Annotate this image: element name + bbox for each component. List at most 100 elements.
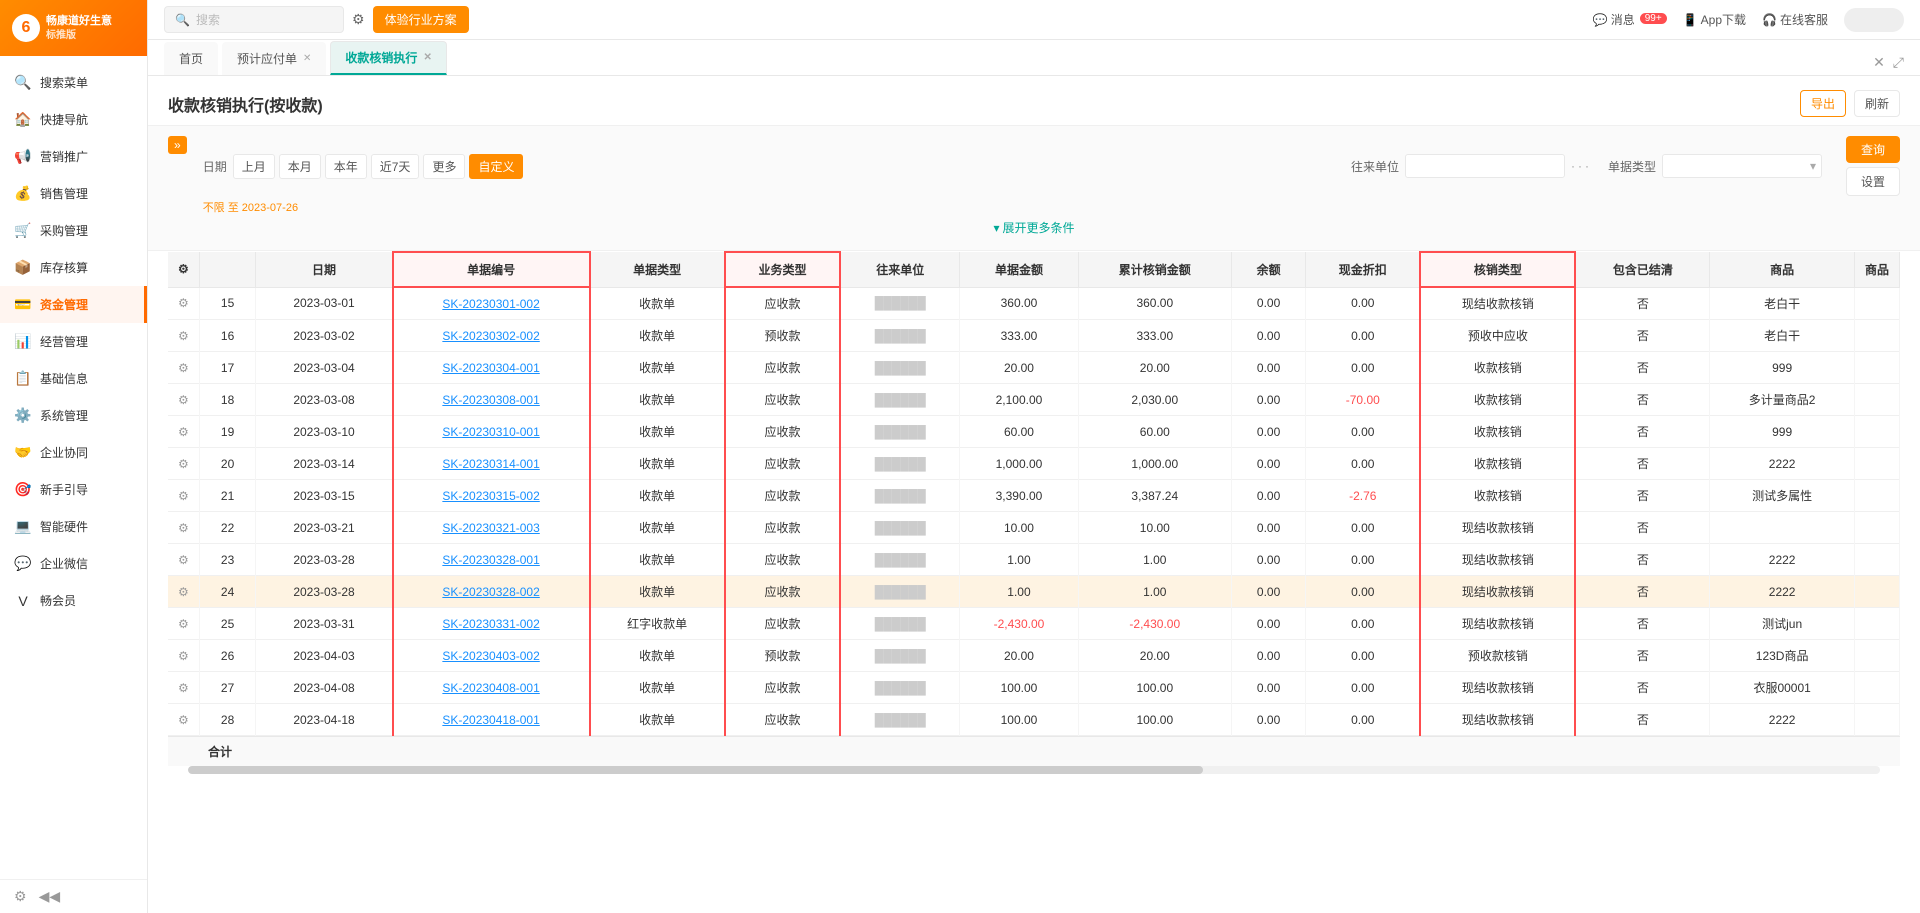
td-gear[interactable]: ⚙: [168, 352, 199, 384]
td-customer: ██████: [840, 704, 960, 736]
td-gear[interactable]: ⚙: [168, 608, 199, 640]
td-product: 999: [1710, 416, 1855, 448]
td-amount: 360.00: [960, 287, 1078, 320]
sidebar-collapse-icon[interactable]: ◀◀: [39, 888, 61, 905]
maximize-icon[interactable]: ⤢: [1893, 54, 1904, 71]
td-total-cancel: 333.00: [1078, 320, 1231, 352]
export-btn[interactable]: 导出: [1800, 90, 1846, 117]
th-customer: 往来单位: [840, 252, 960, 287]
td-bill-no[interactable]: SK-20230301-002: [393, 287, 590, 320]
sidebar-label-marketing: 营销推广: [40, 148, 88, 165]
customer-input[interactable]: [1405, 154, 1565, 178]
td-total-cancel: 2,030.00: [1078, 384, 1231, 416]
this-year-btn[interactable]: 本年: [325, 154, 367, 179]
th-gear[interactable]: ⚙: [168, 252, 199, 287]
refresh-btn[interactable]: 刷新: [1854, 90, 1900, 117]
td-bill-no[interactable]: SK-20230418-001: [393, 704, 590, 736]
sidebar-item-member[interactable]: V畅会员: [0, 582, 147, 619]
td-gear[interactable]: ⚙: [168, 640, 199, 672]
close-window-icon[interactable]: ✕: [1873, 54, 1885, 71]
more-btn[interactable]: 更多: [423, 154, 465, 179]
sidebar-item-marketing[interactable]: 📢营销推广: [0, 138, 147, 175]
table-header-row: ⚙ 日期 单据编号 单据类型 业务类型 往来单位 单据金额 累计核销金额 余额 …: [168, 252, 1900, 287]
custom-btn[interactable]: 自定义: [469, 154, 523, 179]
customer-label: 往来单位: [1351, 158, 1399, 175]
setting-btn[interactable]: 设置: [1846, 167, 1900, 196]
topbar-search[interactable]: 🔍 搜索: [164, 6, 344, 33]
td-bill-no[interactable]: SK-20230321-003: [393, 512, 590, 544]
td-gear[interactable]: ⚙: [168, 704, 199, 736]
td-cancel-type: 现结收款核销: [1420, 704, 1575, 736]
sidebar-item-operations[interactable]: 📊经营管理: [0, 323, 147, 360]
sidebar-item-guide[interactable]: 🎯新手引导: [0, 471, 147, 508]
sidebar-item-hardware[interactable]: 💻智能硬件: [0, 508, 147, 545]
sidebar-item-wechat[interactable]: 💬企业微信: [0, 545, 147, 582]
td-gear[interactable]: ⚙: [168, 544, 199, 576]
online-service-btn[interactable]: 🎧 在线客服: [1762, 11, 1828, 28]
td-bill-no[interactable]: SK-20230403-002: [393, 640, 590, 672]
sidebar-label-inventory: 库存核算: [40, 259, 88, 276]
last7-btn[interactable]: 近7天: [371, 154, 420, 179]
td-bill-no[interactable]: SK-20230331-002: [393, 608, 590, 640]
sidebar-item-purchase[interactable]: 🛒采购管理: [0, 212, 147, 249]
last-month-btn[interactable]: 上月: [233, 154, 275, 179]
tab-close-pre-receipt[interactable]: ✕: [303, 53, 311, 64]
sidebar-item-basic[interactable]: 📋基础信息: [0, 360, 147, 397]
td-gear[interactable]: ⚙: [168, 448, 199, 480]
td-gear[interactable]: ⚙: [168, 416, 199, 448]
td-gear[interactable]: ⚙: [168, 287, 199, 320]
td-bill-no[interactable]: SK-20230304-001: [393, 352, 590, 384]
industry-btn[interactable]: 体验行业方案: [373, 6, 469, 33]
topbar-gear-icon[interactable]: ⚙: [352, 11, 365, 28]
tab-label-home: 首页: [179, 50, 203, 67]
sidebar-item-search[interactable]: 🔍搜索菜单: [0, 64, 147, 101]
sidebar-item-corp[interactable]: 🤝企业协同: [0, 434, 147, 471]
td-bill-no[interactable]: SK-20230302-002: [393, 320, 590, 352]
td-cancel-type: 现结收款核销: [1420, 287, 1575, 320]
th-balance: 余额: [1231, 252, 1305, 287]
td-gear[interactable]: ⚙: [168, 384, 199, 416]
td-product: 2222: [1710, 576, 1855, 608]
tab-home[interactable]: 首页: [164, 42, 218, 75]
tab-close-receipt-exec[interactable]: ✕: [423, 52, 431, 63]
sidebar-item-inventory[interactable]: 📦库存核算: [0, 249, 147, 286]
td-bill-no[interactable]: SK-20230315-002: [393, 480, 590, 512]
sidebar-item-quick-nav[interactable]: 🏠快捷导航: [0, 101, 147, 138]
td-gear[interactable]: ⚙: [168, 512, 199, 544]
scrollbar-thumb[interactable]: [188, 766, 1203, 774]
td-bill-type: 收款单: [590, 320, 725, 352]
tab-receipt-exec[interactable]: 收款核销执行✕: [330, 41, 446, 75]
filter-toggle-btn[interactable]: »: [168, 136, 187, 154]
sidebar-item-sales[interactable]: 💰销售管理: [0, 175, 147, 212]
sidebar-item-finance[interactable]: 💳资金管理: [0, 286, 147, 323]
expand-btn[interactable]: ▾ 展开更多条件: [993, 219, 1074, 236]
td-biz-type: 应收款: [725, 287, 840, 320]
td-bill-no[interactable]: SK-20230328-001: [393, 544, 590, 576]
td-include-settled: 否: [1575, 352, 1709, 384]
horizontal-scrollbar[interactable]: [188, 766, 1880, 774]
td-balance: 0.00: [1231, 512, 1305, 544]
td-gear[interactable]: ⚙: [168, 480, 199, 512]
td-gear[interactable]: ⚙: [168, 672, 199, 704]
this-month-btn[interactable]: 本月: [279, 154, 321, 179]
td-discount: 0.00: [1306, 704, 1421, 736]
td-bill-no[interactable]: SK-20230408-001: [393, 672, 590, 704]
td-gear[interactable]: ⚙: [168, 576, 199, 608]
user-avatar[interactable]: [1844, 8, 1904, 32]
query-btn[interactable]: 查询: [1846, 136, 1900, 163]
app-download-btn[interactable]: 📱 App下载: [1683, 11, 1746, 28]
td-bill-type: 收款单: [590, 480, 725, 512]
td-bill-no[interactable]: SK-20230310-001: [393, 416, 590, 448]
messages-btn[interactable]: 💬 消息 99+: [1593, 11, 1667, 28]
th-total-cancel: 累计核销金额: [1078, 252, 1231, 287]
td-gear[interactable]: ⚙: [168, 320, 199, 352]
td-bill-no[interactable]: SK-20230328-002: [393, 576, 590, 608]
bill-type-input[interactable]: [1662, 154, 1822, 178]
sidebar-settings-icon[interactable]: ⚙: [14, 888, 27, 905]
td-total-cancel: 60.00: [1078, 416, 1231, 448]
table-container: ⚙ 日期 单据编号 单据类型 业务类型 往来单位 单据金额 累计核销金额 余额 …: [148, 251, 1920, 913]
td-bill-no[interactable]: SK-20230308-001: [393, 384, 590, 416]
tab-pre-receipt[interactable]: 预计应付单✕: [222, 42, 326, 75]
sidebar-item-system[interactable]: ⚙️系统管理: [0, 397, 147, 434]
td-bill-no[interactable]: SK-20230314-001: [393, 448, 590, 480]
